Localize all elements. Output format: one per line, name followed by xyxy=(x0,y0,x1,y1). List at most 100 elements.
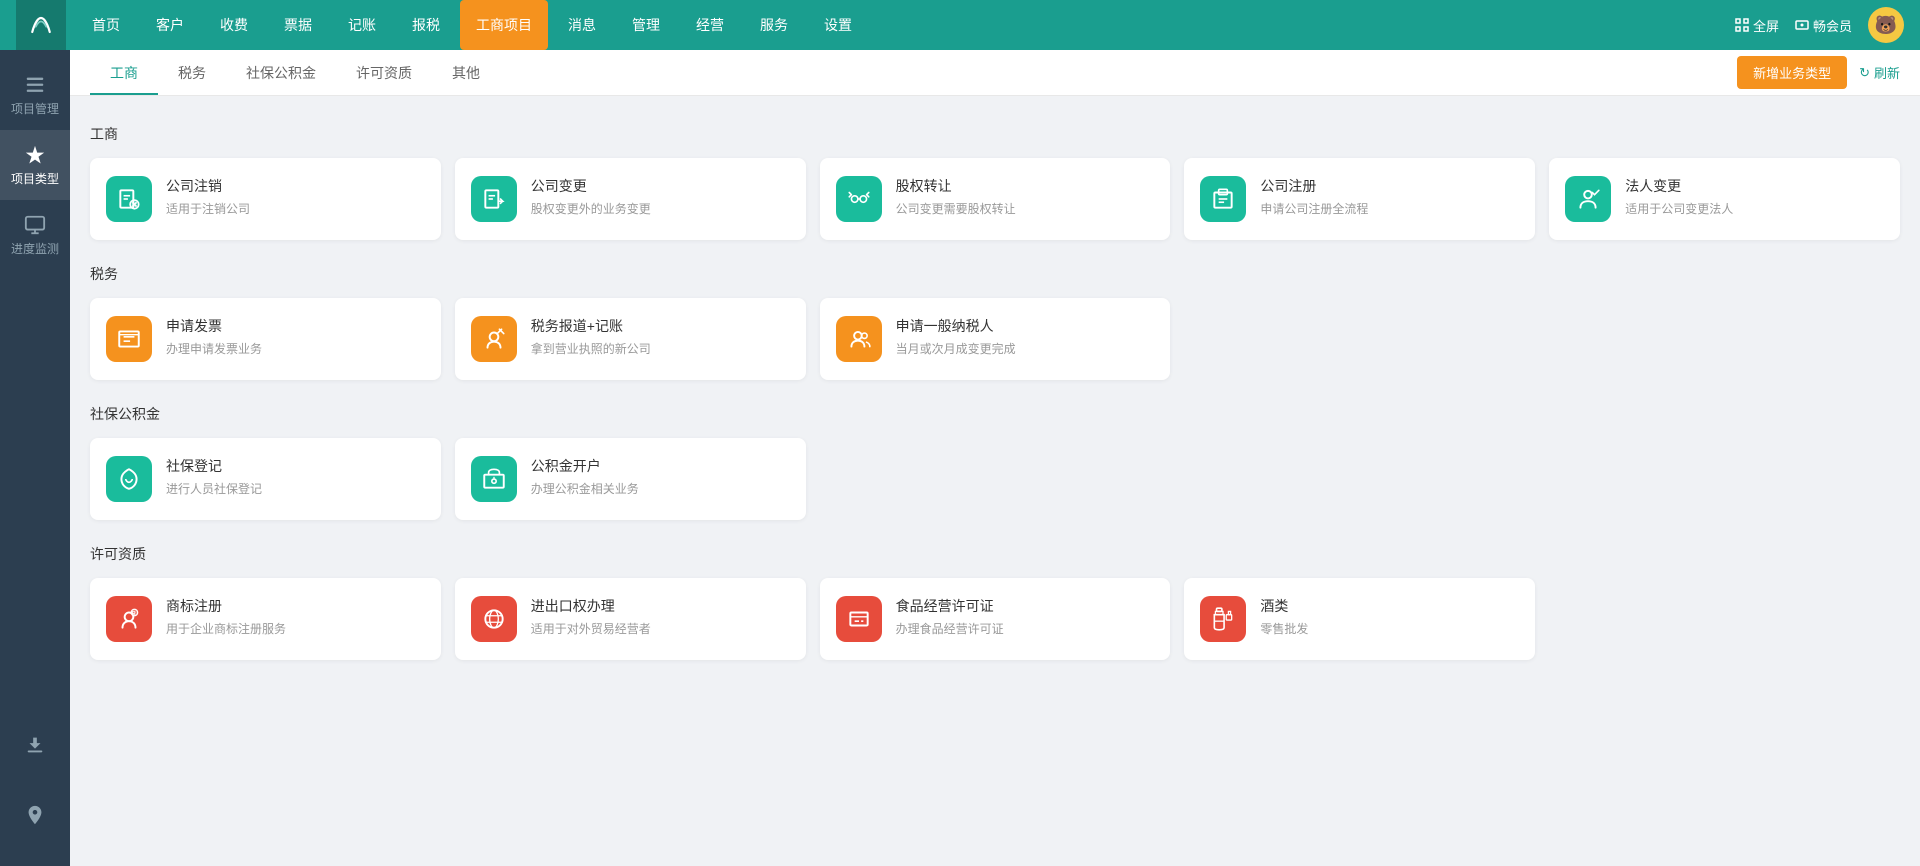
card-info-liquor: 酒类 零售批发 xyxy=(1260,596,1519,637)
card-desc: 适用于注销公司 xyxy=(166,200,425,217)
tab-xuke[interactable]: 许可资质 xyxy=(336,51,432,95)
nav-item-客户[interactable]: 客户 xyxy=(140,0,200,50)
card-general-taxpayer[interactable]: 申请一般纳税人 当月或次月成变更完成 xyxy=(820,298,1171,380)
card-desc: 适用于对外贸易经营者 xyxy=(531,620,790,637)
tab-shuiwu[interactable]: 税务 xyxy=(158,51,226,95)
card-icon-provident xyxy=(471,456,517,502)
vip-button[interactable]: 畅会员 xyxy=(1795,16,1852,35)
sidebar-item-project-type[interactable]: 项目类型 xyxy=(0,130,70,200)
card-icon-company-register xyxy=(1200,176,1246,222)
card-liquor[interactable]: 酒类 零售批发 xyxy=(1184,578,1535,660)
card-icon-tax-report xyxy=(471,316,517,362)
card-desc: 适用于公司变更法人 xyxy=(1625,200,1884,217)
section-title-shebao: 社保公积金 xyxy=(90,404,1900,424)
card-desc: 当月或次月成变更完成 xyxy=(896,340,1155,357)
card-invoice-apply[interactable]: 申请发票 办理申请发票业务 xyxy=(90,298,441,380)
card-name: 公积金开户 xyxy=(531,456,790,476)
avatar: 🐻 xyxy=(1868,7,1904,43)
card-icon-legal-change xyxy=(1565,176,1611,222)
nav-item-收费[interactable]: 收费 xyxy=(204,0,264,50)
sidebar-item-label: 进度监测 xyxy=(11,240,59,257)
card-desc: 办理食品经营许可证 xyxy=(896,620,1155,637)
sidebar-item-project-management[interactable]: 项目管理 xyxy=(0,60,70,130)
nav-item-设置[interactable]: 设置 xyxy=(808,0,868,50)
nav-item-管理[interactable]: 管理 xyxy=(616,0,676,50)
fullscreen-button[interactable]: 全屏 xyxy=(1735,16,1779,35)
card-trademark[interactable]: R 商标注册 用于企业商标注册服务 xyxy=(90,578,441,660)
card-icon-import-export xyxy=(471,596,517,642)
card-icon-company-cancel xyxy=(106,176,152,222)
card-name: 社保登记 xyxy=(166,456,425,476)
card-name: 申请一般纳税人 xyxy=(896,316,1155,336)
card-tax-report[interactable]: 税务报道+记账 拿到营业执照的新公司 xyxy=(455,298,806,380)
card-icon-social xyxy=(106,456,152,502)
card-social-insurance[interactable]: 社保登记 进行人员社保登记 xyxy=(90,438,441,520)
card-info-company-change: 公司变更 股权变更外的业务变更 xyxy=(531,176,790,217)
card-info-social: 社保登记 进行人员社保登记 xyxy=(166,456,425,497)
card-icon-food xyxy=(836,596,882,642)
card-legal-change[interactable]: 法人变更 适用于公司变更法人 xyxy=(1549,158,1900,240)
card-info-invoice: 申请发票 办理申请发票业务 xyxy=(166,316,425,357)
card-info-taxpayer: 申请一般纳税人 当月或次月成变更完成 xyxy=(896,316,1155,357)
card-desc: 进行人员社保登记 xyxy=(166,480,425,497)
top-navigation: 首页客户收费票据记账报税工商项目消息管理经营服务设置 全屏 畅会员 🐻 xyxy=(0,0,1920,50)
card-icon-taxpayer xyxy=(836,316,882,362)
card-import-export[interactable]: 进出口权办理 适用于对外贸易经营者 xyxy=(455,578,806,660)
card-food-license[interactable]: 食品经营许可证 办理食品经营许可证 xyxy=(820,578,1171,660)
card-info-food: 食品经营许可证 办理食品经营许可证 xyxy=(896,596,1155,637)
sidebar-item-download[interactable] xyxy=(0,710,70,780)
card-equity-transfer[interactable]: 股权转让 公司变更需要股权转让 xyxy=(820,158,1171,240)
main-layout: 项目管理 项目类型 进度监测 工商 税务 社保公积金 许可资质 其他 xyxy=(0,50,1920,866)
card-name: 公司注册 xyxy=(1260,176,1519,196)
card-info-equity-transfer: 股权转让 公司变更需要股权转让 xyxy=(896,176,1155,217)
tab-gongshang[interactable]: 工商 xyxy=(90,51,158,95)
nav-item-票据[interactable]: 票据 xyxy=(268,0,328,50)
refresh-button[interactable]: ↻ 刷新 xyxy=(1859,63,1900,82)
shuiwu-cards: 申请发票 办理申请发票业务 税务报道+记账 拿到营业执照的新公司 xyxy=(90,298,1900,380)
xuke-cards: R 商标注册 用于企业商标注册服务 进出口权办理 适用于对外贸易经营者 xyxy=(90,578,1900,660)
nav-item-消息[interactable]: 消息 xyxy=(552,0,612,50)
nav-item-服务[interactable]: 服务 xyxy=(744,0,804,50)
sidebar-item-label: 项目管理 xyxy=(11,100,59,117)
nav-item-经营[interactable]: 经营 xyxy=(680,0,740,50)
card-desc: 申请公司注册全流程 xyxy=(1260,200,1519,217)
nav-item-首页[interactable]: 首页 xyxy=(76,0,136,50)
card-company-register[interactable]: 公司注册 申请公司注册全流程 xyxy=(1184,158,1535,240)
card-info-legal-change: 法人变更 适用于公司变更法人 xyxy=(1625,176,1884,217)
gongshang-cards: 公司注销 适用于注销公司 公司变更 股权变更外的业务变更 xyxy=(90,158,1900,240)
svg-text:R: R xyxy=(132,611,136,617)
tab-other[interactable]: 其他 xyxy=(432,51,500,95)
card-icon-company-change xyxy=(471,176,517,222)
fullscreen-label: 全屏 xyxy=(1753,16,1779,35)
card-desc: 办理申请发票业务 xyxy=(166,340,425,357)
card-icon-trademark: R xyxy=(106,596,152,642)
card-info-tax-report: 税务报道+记账 拿到营业执照的新公司 xyxy=(531,316,790,357)
nav-item-记账[interactable]: 记账 xyxy=(332,0,392,50)
card-provident-fund[interactable]: 公积金开户 办理公积金相关业务 xyxy=(455,438,806,520)
card-name: 商标注册 xyxy=(166,596,425,616)
sidebar-item-progress-monitor[interactable]: 进度监测 xyxy=(0,200,70,270)
card-name: 税务报道+记账 xyxy=(531,316,790,336)
nav-items: 首页客户收费票据记账报税工商项目消息管理经营服务设置 xyxy=(76,0,1735,50)
sidebar-item-label: 项目类型 xyxy=(11,170,59,187)
sidebar-item-location[interactable] xyxy=(0,780,70,850)
card-info-provident: 公积金开户 办理公积金相关业务 xyxy=(531,456,790,497)
card-desc: 公司变更需要股权转让 xyxy=(896,200,1155,217)
refresh-label: 刷新 xyxy=(1874,63,1900,82)
refresh-icon: ↻ xyxy=(1859,65,1870,81)
card-company-cancel[interactable]: 公司注销 适用于注销公司 xyxy=(90,158,441,240)
card-icon-liquor xyxy=(1200,596,1246,642)
section-title-gongshang: 工商 xyxy=(90,124,1900,144)
card-company-change[interactable]: 公司变更 股权变更外的业务变更 xyxy=(455,158,806,240)
tab-shebao[interactable]: 社保公积金 xyxy=(226,51,336,95)
logo xyxy=(16,0,66,50)
nav-item-报税[interactable]: 报税 xyxy=(396,0,456,50)
new-type-button[interactable]: 新增业务类型 xyxy=(1737,56,1847,89)
card-name: 法人变更 xyxy=(1625,176,1884,196)
nav-item-工商项目[interactable]: 工商项目 xyxy=(460,0,548,50)
card-name: 进出口权办理 xyxy=(531,596,790,616)
card-name: 公司注销 xyxy=(166,176,425,196)
tabs-actions: 新增业务类型 ↻ 刷新 xyxy=(1737,56,1900,89)
card-name: 食品经营许可证 xyxy=(896,596,1155,616)
card-info-company-register: 公司注册 申请公司注册全流程 xyxy=(1260,176,1519,217)
